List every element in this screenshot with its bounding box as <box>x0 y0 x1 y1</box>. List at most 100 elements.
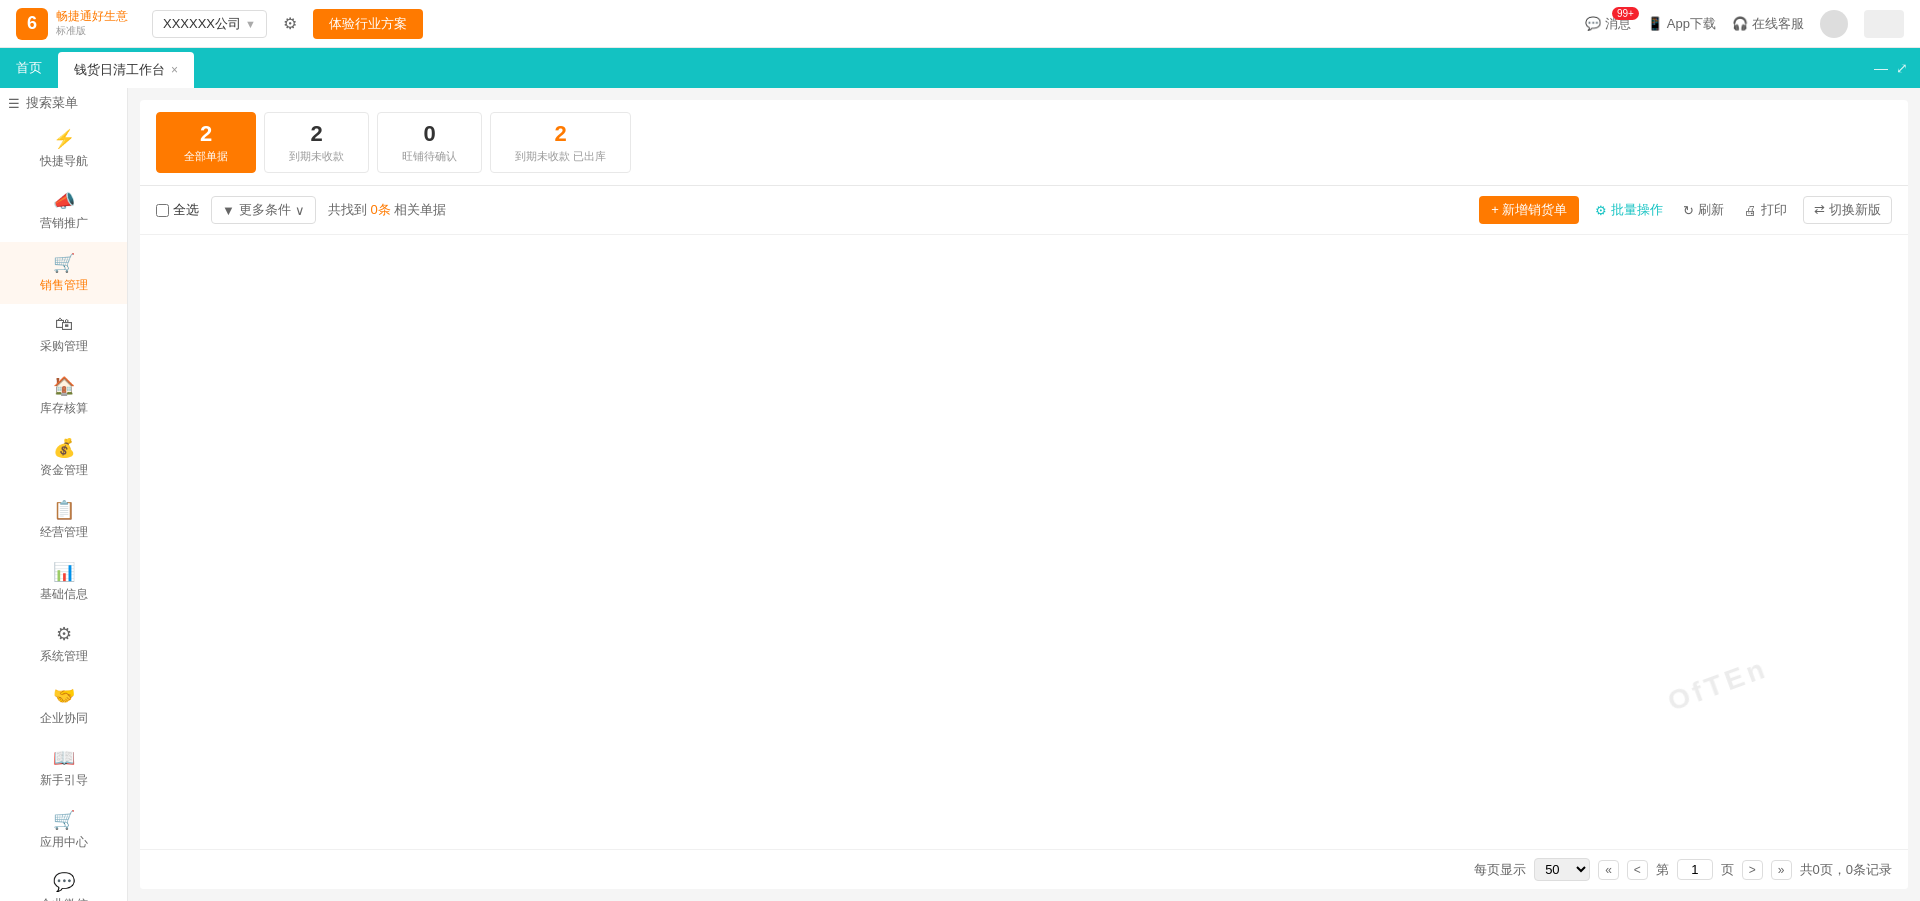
current-page-input[interactable] <box>1677 859 1713 880</box>
first-page-button[interactable]: « <box>1598 860 1619 880</box>
page-label: 第 <box>1656 861 1669 879</box>
summary-tab-overdue-count: 2 <box>310 121 322 147</box>
switch-version-button[interactable]: ⇄ 切换新版 <box>1803 196 1892 224</box>
summary-tab-all-count: 2 <box>200 121 212 147</box>
filter-icon: ▼ <box>222 203 235 218</box>
service-button[interactable]: 🎧 在线客服 <box>1732 15 1804 33</box>
per-page-select[interactable]: 50 20 100 <box>1534 858 1590 881</box>
filter-button[interactable]: ▼ 更多条件 ∨ <box>211 196 316 224</box>
last-page-button[interactable]: » <box>1771 860 1792 880</box>
add-sale-button[interactable]: + 新增销货单 <box>1479 196 1579 224</box>
select-all-checkbox[interactable] <box>156 204 169 217</box>
settings-icon[interactable]: ⚙ <box>283 14 297 33</box>
sidebar-item-system[interactable]: ⚙ 系统管理 <box>0 613 127 675</box>
content-card: 2 全部单据 2 到期未收款 0 旺铺待确认 2 到期未收款 已出库 <box>140 100 1908 889</box>
user-menu[interactable] <box>1864 10 1904 38</box>
main-content: 2 全部单据 2 到期未收款 0 旺铺待确认 2 到期未收款 已出库 <box>128 88 1920 901</box>
sidebar-item-sales[interactable]: 🛒 销售管理 <box>0 242 127 304</box>
header-right: 💬 消息 99+ 📱 App下载 🎧 在线客服 <box>1585 10 1904 38</box>
logo-area: 6 畅捷通好生意 标准版 <box>16 8 128 40</box>
cooperation-icon: 🤝 <box>53 685 75 707</box>
sidebar-item-guide[interactable]: 📖 新手引导 <box>0 737 127 799</box>
message-icon: 💬 <box>1585 16 1601 31</box>
toolbar: 全选 ▼ 更多条件 ∨ 共找到 0条 相关单据 + 新增销货单 ⚙ 批量操作 <box>140 186 1908 235</box>
trial-button[interactable]: 体验行业方案 <box>313 9 423 39</box>
sidebar-item-inventory[interactable]: 🏠 库存核算 <box>0 365 127 427</box>
app-label: App下载 <box>1667 15 1716 33</box>
sidebar-item-business[interactable]: 📋 经营管理 <box>0 489 127 551</box>
sidebar-label-system: 系统管理 <box>40 648 88 665</box>
sales-icon: 🛒 <box>53 252 75 274</box>
sidebar-item-cooperation[interactable]: 🤝 企业协同 <box>0 675 127 737</box>
batch-label: 批量操作 <box>1611 201 1663 219</box>
refresh-button[interactable]: ↻ 刷新 <box>1679 196 1728 224</box>
sidebar-label-purchase: 采购管理 <box>40 338 88 355</box>
logo-sub: 标准版 <box>56 24 128 38</box>
message-badge: 99+ <box>1612 7 1639 20</box>
summary-tab-all[interactable]: 2 全部单据 <box>156 112 256 173</box>
basic-icon: 📊 <box>53 561 75 583</box>
business-icon: 📋 <box>53 499 75 521</box>
inventory-icon: 🏠 <box>53 375 75 397</box>
summary-tab-pending-count: 0 <box>423 121 435 147</box>
found-count: 0条 <box>371 202 391 217</box>
company-selector[interactable]: XXXXXX公司 ▼ <box>152 10 267 38</box>
print-button[interactable]: 🖨 打印 <box>1740 196 1791 224</box>
message-button[interactable]: 💬 消息 99+ <box>1585 15 1631 33</box>
sidebar-item-quick-nav[interactable]: ⚡ 快捷导航 <box>0 118 127 180</box>
tab-close-icon[interactable]: × <box>171 63 178 77</box>
tab-home[interactable]: 首页 <box>0 48 58 88</box>
finance-icon: 💰 <box>53 437 75 459</box>
sidebar-label-appstore: 应用中心 <box>40 834 88 851</box>
tab-maximize-icon[interactable]: ⤢ <box>1896 60 1908 76</box>
sidebar-item-purchase[interactable]: 🛍 采购管理 <box>0 304 127 365</box>
sidebar-label-cooperation: 企业协同 <box>40 710 88 727</box>
batch-operation-button[interactable]: ⚙ 批量操作 <box>1591 196 1667 224</box>
guide-icon: 📖 <box>53 747 75 769</box>
print-label: 打印 <box>1761 201 1787 219</box>
tab-minimize-icon[interactable]: — <box>1874 60 1888 76</box>
sidebar-item-wecom[interactable]: 💬 企业微信 <box>0 861 127 901</box>
tab-bar: 首页 钱货日清工作台 × — ⤢ <box>0 48 1920 88</box>
switch-label: 切换新版 <box>1829 202 1881 217</box>
summary-tab-pending[interactable]: 0 旺铺待确认 <box>377 112 482 173</box>
next-page-button[interactable]: > <box>1742 860 1763 880</box>
logo-icon: 6 <box>16 8 48 40</box>
page-suffix: 页 <box>1721 861 1734 879</box>
sidebar-item-finance[interactable]: 💰 资金管理 <box>0 427 127 489</box>
sidebar-label-marketing: 营销推广 <box>40 215 88 232</box>
refresh-label: 刷新 <box>1698 201 1724 219</box>
found-text: 共找到 0条 相关单据 <box>328 201 446 219</box>
service-label: 在线客服 <box>1752 15 1804 33</box>
sidebar-item-appstore[interactable]: 🛒 应用中心 <box>0 799 127 861</box>
summary-tab-overdue-out[interactable]: 2 到期未收款 已出库 <box>490 112 631 173</box>
total-records: 共0页，0条记录 <box>1800 861 1892 879</box>
avatar[interactable] <box>1820 10 1848 38</box>
wecom-icon: 💬 <box>53 871 75 893</box>
switch-icon: ⇄ <box>1814 202 1825 217</box>
top-header: 6 畅捷通好生意 标准版 XXXXXX公司 ▼ ⚙ 体验行业方案 💬 消息 99… <box>0 0 1920 48</box>
summary-tab-overdue-label: 到期未收款 <box>289 149 344 164</box>
per-page-label: 每页显示 <box>1474 861 1526 879</box>
sidebar-item-marketing[interactable]: 📣 营销推广 <box>0 180 127 242</box>
purchase-icon: 🛍 <box>55 314 73 335</box>
layout: ☰ 搜索菜单 ⚡ 快捷导航 📣 营销推广 🛒 销售管理 🛍 采购管理 🏠 库存核… <box>0 88 1920 901</box>
found-suffix: 相关单据 <box>394 202 446 217</box>
tab-active[interactable]: 钱货日清工作台 × <box>58 52 194 88</box>
marketing-icon: 📣 <box>53 190 75 212</box>
summary-tab-overdue[interactable]: 2 到期未收款 <box>264 112 369 173</box>
chevron-down-icon: ▼ <box>245 18 256 30</box>
app-download-button[interactable]: 📱 App下载 <box>1647 15 1716 33</box>
logo-name: 畅捷通好生意 <box>56 9 128 23</box>
sidebar-item-basic[interactable]: 📊 基础信息 <box>0 551 127 613</box>
tab-actions: — ⤢ <box>1874 60 1920 76</box>
select-all-area: 全选 <box>156 201 199 219</box>
search-icon: ☰ <box>8 96 20 111</box>
filter-label: 更多条件 <box>239 201 291 219</box>
prev-page-button[interactable]: < <box>1627 860 1648 880</box>
pagination-bar: 每页显示 50 20 100 « < 第 页 > » 共0页，0条记录 <box>140 849 1908 889</box>
search-menu-item[interactable]: ☰ 搜索菜单 <box>0 88 127 118</box>
batch-icon: ⚙ <box>1595 203 1607 218</box>
tab-active-label: 钱货日清工作台 <box>74 61 165 79</box>
quick-nav-icon: ⚡ <box>53 128 75 150</box>
